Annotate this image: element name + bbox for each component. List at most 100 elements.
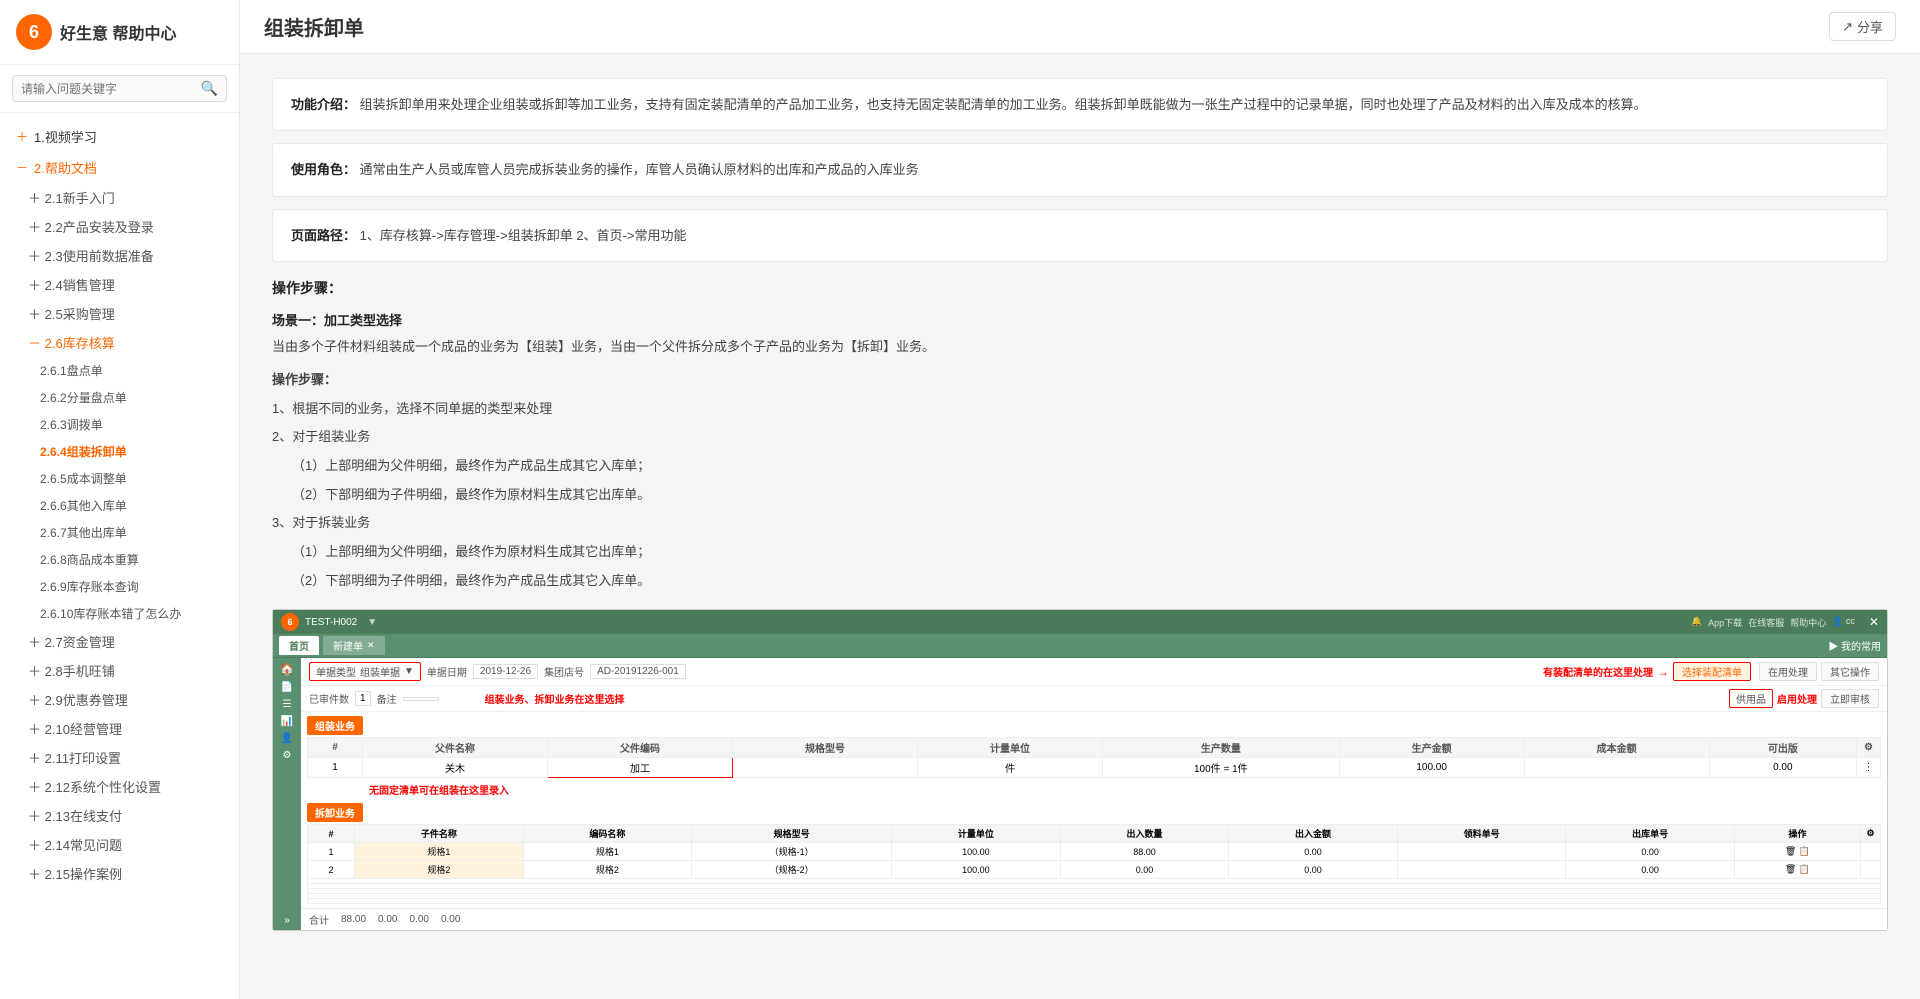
search-icon[interactable]: 🔍: [201, 80, 218, 97]
th-num: #: [308, 738, 363, 758]
sidebar-item-coupon[interactable]: ＋ 2.9优惠券管理: [0, 685, 239, 714]
sidebar-item-inventory-transfer[interactable]: 2.6.3调拨单: [0, 411, 239, 438]
sidebar-item-cost-recalc[interactable]: 2.6.8商品成本重算: [0, 546, 239, 573]
mock-titlebar: 6 TEST-H002 ▼ 🔔 App下载 在线客服 帮助中心 👤 cc ✕: [273, 610, 1887, 634]
ltd-1-action[interactable]: 🗑 📋: [1734, 843, 1860, 861]
sidebar-item-ledger-fix[interactable]: 2.6.10库存账本错了怎么办: [0, 600, 239, 627]
screenshot-container: 6 TEST-H002 ▼ 🔔 App下载 在线客服 帮助中心 👤 cc ✕ 首…: [272, 609, 1888, 931]
mock-lower-table-wrap: # 子件名称 编码名称 规格型号 计量单位 出入数量 出入金额 领料单号 出库单…: [301, 824, 1887, 908]
logo-icon: 6: [16, 14, 52, 50]
mock-field-date[interactable]: 2019-12-26: [473, 664, 538, 679]
step1: 1、根据不同的业务，选择不同单据的类型来处理: [272, 397, 1888, 422]
sidebar-item-assembly[interactable]: 2.6.4组装拆卸单: [0, 438, 239, 465]
sidebar-item-purchase[interactable]: ＋ 2.5采购管理: [0, 299, 239, 328]
mock-select-bom-btn[interactable]: 选择装配清单: [1673, 662, 1751, 681]
mock-nav-icon-5: 👤 cc: [1832, 616, 1855, 629]
ltd-2-num: 2: [308, 861, 355, 879]
ltd-1-receive: [1397, 843, 1566, 861]
mock-icon-settings[interactable]: ⚙: [283, 750, 292, 761]
step3-2: （2）下部明细为子件明细，最终作为产成品生成其它入库单。: [272, 569, 1888, 594]
ltd-2-out: 0.00: [1566, 861, 1735, 879]
mock-icon-home[interactable]: 🏠: [280, 662, 295, 676]
mock-action-btn[interactable]: 在用处理: [1759, 662, 1817, 681]
mock-quick-btns: ▶ 我的常用: [1828, 638, 1881, 653]
sidebar: 6 好生意 帮助中心 🔍 ＋ 1.视频学习 － 2.帮助文档 ＋ 2.1新手入: [0, 0, 240, 999]
sidebar-item-ledger-query[interactable]: 2.6.9库存账本查询: [0, 573, 239, 600]
minus-icon: －: [28, 336, 41, 351]
sidebar-item-data-prep[interactable]: ＋ 2.3使用前数据准备: [0, 241, 239, 270]
mock-tab-new[interactable]: 新建单 ✕: [323, 636, 385, 655]
sidebar-item-management[interactable]: ＋ 2.10经营管理: [0, 714, 239, 743]
nav-group-videos: ＋ 1.视频学习: [0, 121, 239, 152]
sidebar-item-inventory-split[interactable]: 2.6.2分量盘点单: [0, 384, 239, 411]
sidebar-item-other-out[interactable]: 2.6.7其他出库单: [0, 519, 239, 546]
mock-annotation-area3: 供用品 启用处理 立即审核: [1729, 689, 1879, 708]
sidebar-item-personalize[interactable]: ＋ 2.12系统个性化设置: [0, 772, 239, 801]
td-row1-num: 1: [308, 758, 363, 778]
sidebar-item-other-in[interactable]: 2.6.6其他入库单: [0, 492, 239, 519]
sidebar-item-sales[interactable]: ＋ 2.4销售管理: [0, 270, 239, 299]
td-row1-cost-amt: [1524, 758, 1709, 778]
mock-field-id[interactable]: AD-20191226-001: [590, 664, 686, 679]
td-row1-qty: 100件 = 1件: [1103, 758, 1340, 778]
nav-sub-docs: ＋ 2.1新手入门 ＋ 2.2产品安装及登录 ＋ 2.3使用前数据准备 ＋ 2.…: [0, 183, 239, 888]
sidebar-item-print[interactable]: ＋ 2.11打印设置: [0, 743, 239, 772]
sidebar-item-inventory[interactable]: － 2.6库存核算: [0, 328, 239, 357]
step3-1: （1）上部明细为父件明细，最终作为原材料生成其它出库单；: [272, 540, 1888, 565]
mock-upper-table-wrap: # 父件名称 父件编码 规格型号 计量单位 生产数量 生产金额 成本金额 可出版: [301, 737, 1887, 782]
td-row1-action[interactable]: ⋮: [1857, 758, 1881, 778]
mock-nav-icons: 🔔 App下载 在线客服 帮助中心 👤 cc: [1691, 616, 1855, 629]
ltd-2-qty: 0.00: [1060, 861, 1229, 879]
nav-group-docs-title[interactable]: － 2.帮助文档: [0, 152, 239, 183]
sidebar-item-payment[interactable]: ＋ 2.13在线支付: [0, 801, 239, 830]
plus-icon: ＋: [28, 693, 41, 708]
sidebar-item-cost-adjust[interactable]: 2.6.5成本调整单: [0, 465, 239, 492]
sidebar-item-finance[interactable]: ＋ 2.7资金管理: [0, 627, 239, 656]
mock-upper-table: # 父件名称 父件编码 规格型号 计量单位 生产数量 生产金额 成本金额 可出版: [307, 737, 1881, 778]
mock-icon-doc[interactable]: 📄: [281, 682, 293, 693]
mock-count-field[interactable]: 1: [355, 691, 371, 706]
th-unit: 计量单位: [918, 738, 1103, 758]
mock-tab-close[interactable]: ✕: [367, 640, 375, 651]
lth-qty: 出入数量: [1060, 825, 1229, 843]
ops-label: 操作步骤：: [272, 368, 1888, 393]
sidebar-item-new-user[interactable]: ＋ 2.1新手入门: [0, 183, 239, 212]
mock-remark-field[interactable]: [403, 697, 439, 701]
mock-close-icon[interactable]: ✕: [1869, 615, 1879, 629]
mock-confirm-btn[interactable]: 立即审核: [1821, 689, 1879, 708]
plus-icon: ＋: [28, 635, 41, 650]
ltd-2-receive: [1397, 861, 1566, 879]
annotation-label-4: 启用处理: [1777, 691, 1817, 706]
sidebar-item-mobile[interactable]: ＋ 2.8手机旺铺: [0, 656, 239, 685]
logo-text: 好生意 帮助中心: [60, 20, 176, 44]
td-row1-unit: 件: [918, 758, 1103, 778]
mock-nav-icon-3: 在线客服: [1748, 616, 1784, 629]
mock-icon-list[interactable]: ☰: [283, 699, 292, 710]
share-button[interactable]: ↗ 分享: [1829, 12, 1896, 41]
mock-main-layout: 🏠 📄 ☰ 📊 👤 ⚙ » 单据类型 组装单据 ▼: [273, 658, 1887, 930]
mock-icon-expand[interactable]: »: [284, 915, 290, 926]
mock-tab-active[interactable]: 首页: [279, 636, 319, 655]
sidebar-item-faq[interactable]: ＋ 2.14常见问题: [0, 830, 239, 859]
mock-quick-btn-1: ▶ 我的常用: [1828, 638, 1881, 653]
mock-nav-icon-2: App下载: [1708, 616, 1742, 629]
footer-label-1: 合计: [309, 912, 329, 927]
path-block: 页面路径： 1、库存核算->库存管理->组装拆卸单 2、首页->常用功能: [272, 209, 1888, 262]
footer-total-1: 88.00: [341, 914, 366, 925]
ltd-7-empty: [308, 899, 1881, 904]
sidebar-item-inventory-stocktake[interactable]: 2.6.1盘点单: [0, 357, 239, 384]
mock-type-select[interactable]: 单据类型 组装单据 ▼: [309, 662, 421, 681]
mock-toolbar-row2: 已审件数 1 备注 组装业务、拆卸业务在这里选择 供用品: [301, 686, 1887, 712]
sidebar-item-cases[interactable]: ＋ 2.15操作案例: [0, 859, 239, 888]
mock-icon-user[interactable]: 👤: [281, 733, 293, 744]
mock-lower-table: # 子件名称 编码名称 规格型号 计量单位 出入数量 出入金额 领料单号 出库单…: [307, 824, 1881, 904]
search-input[interactable]: [21, 82, 201, 96]
ltd-2-action[interactable]: 🗑 📋: [1734, 861, 1860, 879]
mock-icon-chart[interactable]: 📊: [281, 716, 293, 727]
footer-total-4: 0.00: [441, 914, 460, 925]
sidebar-item-install[interactable]: ＋ 2.2产品安装及登录: [0, 212, 239, 241]
lth-action: 操作: [1734, 825, 1860, 843]
mock-other-btn[interactable]: 其它操作: [1821, 662, 1879, 681]
mock-supplier-select[interactable]: 供用品: [1729, 689, 1773, 708]
nav-group-videos-title[interactable]: ＋ 1.视频学习: [0, 121, 239, 152]
